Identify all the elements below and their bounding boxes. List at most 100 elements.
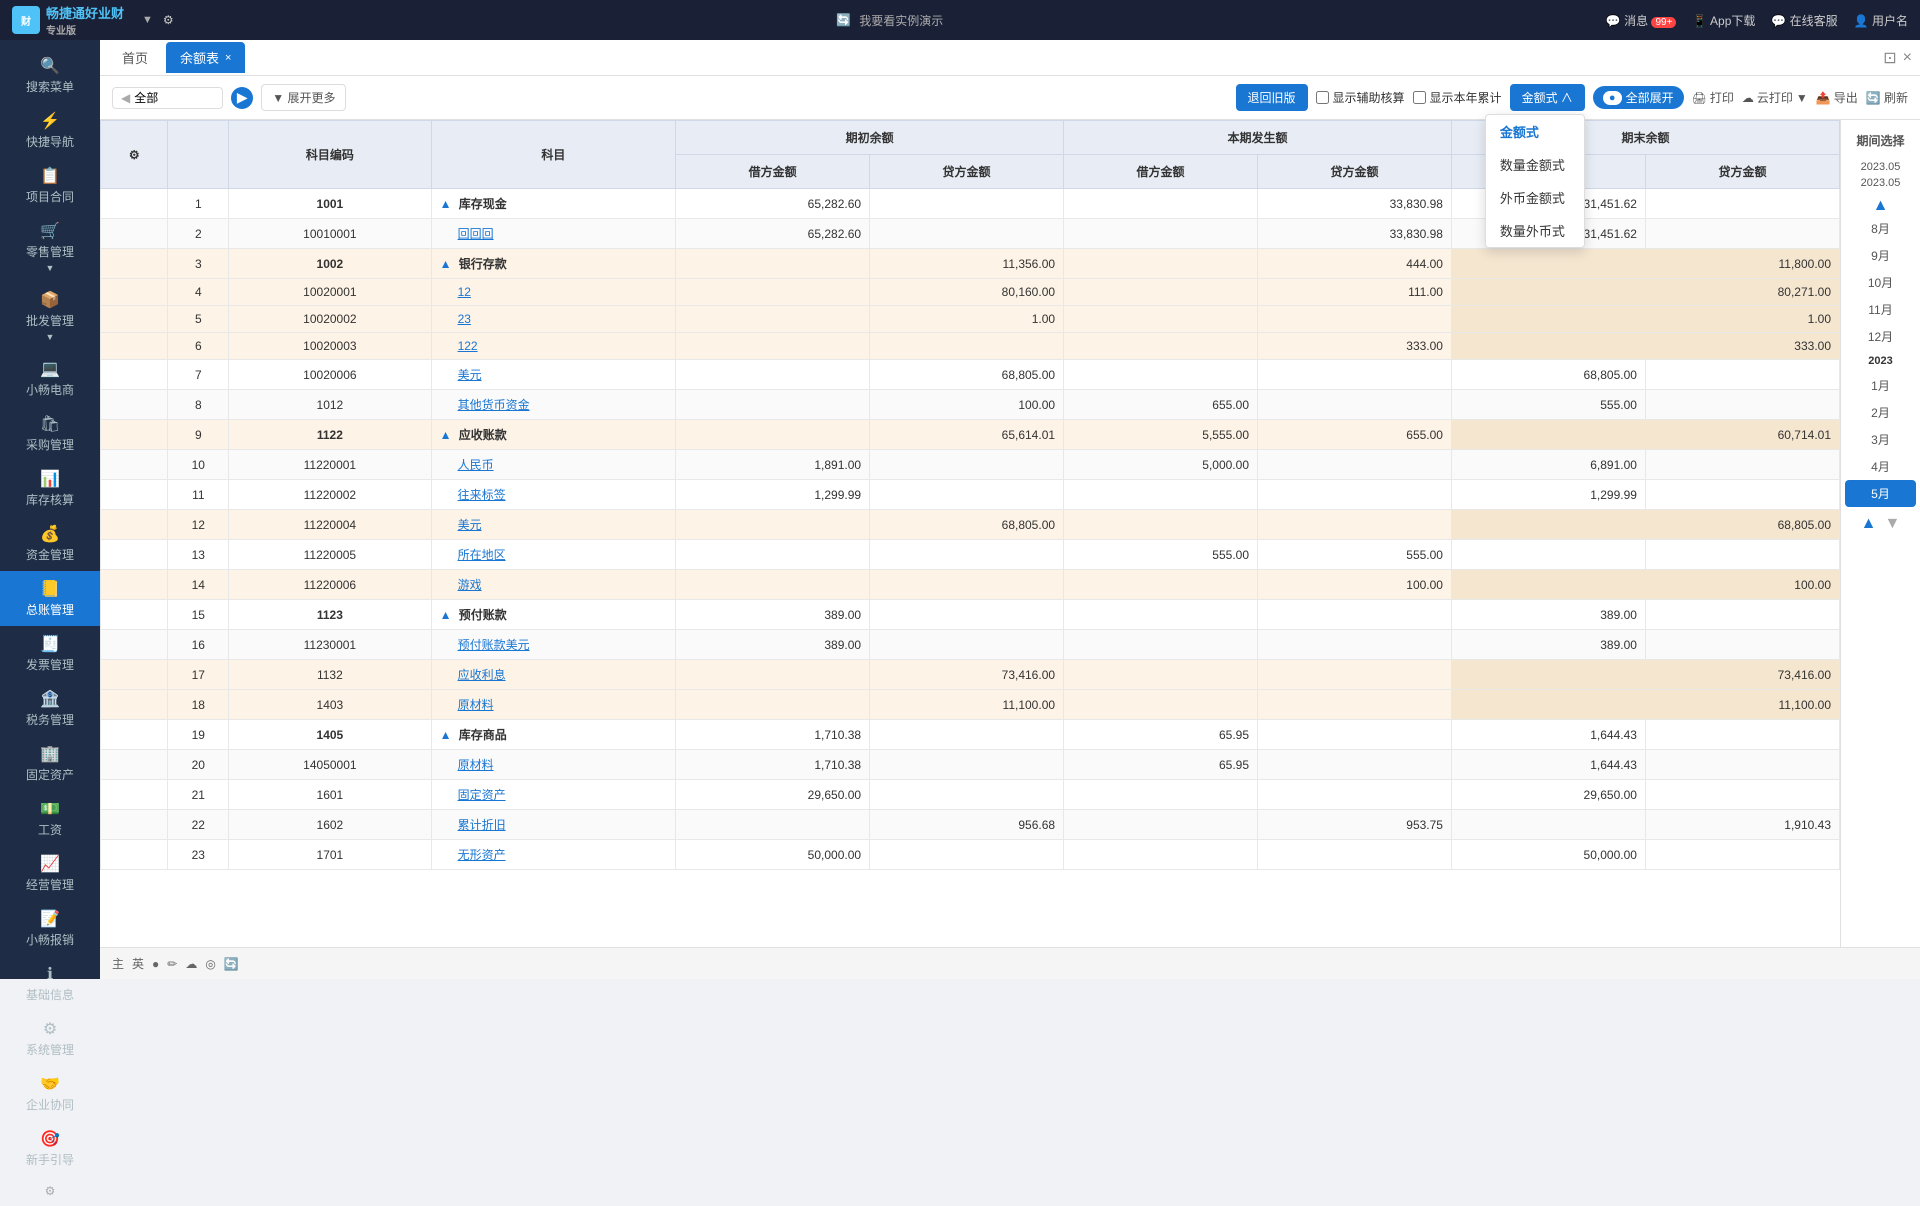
row-end-debit xyxy=(1451,249,1645,279)
year-2023[interactable]: 2023 xyxy=(1841,350,1920,372)
row-subject[interactable]: 应收利息 xyxy=(431,660,676,690)
month-12[interactable]: 12月 xyxy=(1841,323,1920,350)
row-subject[interactable]: 人民币 xyxy=(431,450,676,480)
sidebar-item-quick-nav[interactable]: ⚡ 快捷导航 xyxy=(0,103,100,158)
row-subject[interactable]: ▲ 应收账款 xyxy=(431,420,676,450)
row-subject[interactable]: ▲ 预付账款 xyxy=(431,600,676,630)
search-box[interactable]: ◀ xyxy=(112,87,223,109)
month-11[interactable]: 11月 xyxy=(1841,296,1920,323)
sidebar-item-search[interactable]: 🔍 搜索菜单 xyxy=(0,48,100,103)
row-subject[interactable]: 23 xyxy=(431,306,676,333)
dropdown-item-qty-foreign[interactable]: 数量外币式 xyxy=(1486,214,1584,247)
row-subject[interactable]: 原材料 xyxy=(431,690,676,720)
bottom-icon-cloud[interactable]: ☁ xyxy=(185,957,197,971)
month-5[interactable]: 5月 xyxy=(1845,480,1916,507)
row-subject[interactable]: ▲ 库存商品 xyxy=(431,720,676,750)
settings-gear-icon[interactable]: ⚙ xyxy=(163,13,174,27)
sidebar-item-project[interactable]: 📋 项目合同 xyxy=(0,158,100,213)
print-btn[interactable]: 🖨 打印 xyxy=(1692,89,1734,106)
row-subject[interactable]: 预付账款美元 xyxy=(431,630,676,660)
sidebar-item-expense[interactable]: 📝 小畅报销 xyxy=(0,901,100,956)
row-subject[interactable]: 游戏 xyxy=(431,570,676,600)
tab-balance-sheet[interactable]: 余额表 × xyxy=(166,42,245,73)
row-subject[interactable]: 122 xyxy=(431,333,676,360)
sidebar-item-retail[interactable]: 🛒 零售管理 ▼ xyxy=(0,213,100,282)
cloud-print-btn[interactable]: ☁ 云打印 ▼ xyxy=(1742,89,1808,106)
row-subject[interactable]: 所在地区 xyxy=(431,540,676,570)
auxiliary-checkbox[interactable] xyxy=(1316,91,1329,104)
amount-style-btn[interactable]: 金额式 ∧ xyxy=(1510,84,1585,111)
sidebar-item-invoice[interactable]: 🧾 发票管理 xyxy=(0,626,100,681)
bottom-icon-refresh[interactable]: 🔄 xyxy=(224,957,239,971)
sidebar-item-capital[interactable]: 💰 资金管理 xyxy=(0,516,100,571)
month-3[interactable]: 3月 xyxy=(1841,426,1920,453)
bottom-icon-main[interactable]: 主 xyxy=(112,955,124,972)
sidebar-item-ledger[interactable]: 📒 总账管理 xyxy=(0,571,100,626)
row-subject[interactable]: 累计折旧 xyxy=(431,810,676,840)
month-10[interactable]: 10月 xyxy=(1841,269,1920,296)
app-download[interactable]: 📱 App下载 xyxy=(1692,12,1755,29)
period-up-arrow[interactable]: ▲ xyxy=(1873,197,1889,215)
online-service[interactable]: 💬 在线客服 xyxy=(1771,12,1837,29)
sidebar-item-ecommerce[interactable]: 💻 小畅电商 xyxy=(0,351,100,406)
sidebar-item-salary[interactable]: 💵 工资 xyxy=(0,791,100,846)
row-subject[interactable]: 固定资产 xyxy=(431,780,676,810)
dropdown-item-amount[interactable]: 金额式 xyxy=(1486,115,1584,148)
expand-all-toggle[interactable]: ● 全部展开 xyxy=(1593,86,1684,109)
sidebar-item-basic-info[interactable]: ℹ 基础信息 xyxy=(0,956,100,1011)
row-subject[interactable]: 美元 xyxy=(431,510,676,540)
row-subject[interactable]: 回回回 xyxy=(431,219,676,249)
month-8[interactable]: 8月 xyxy=(1841,215,1920,242)
sidebar-item-fixed-assets[interactable]: 🏢 固定资产 xyxy=(0,736,100,791)
maximize-icon[interactable]: ⊡ xyxy=(1883,48,1896,68)
return-old-version-btn[interactable]: 退回旧版 xyxy=(1236,84,1308,111)
month-2[interactable]: 2月 xyxy=(1841,399,1920,426)
expand-more-btn[interactable]: ▼ 展开更多 xyxy=(261,84,346,111)
sidebar-item-inventory[interactable]: 📊 库存核算 xyxy=(0,461,100,516)
dropdown-item-qty-amount[interactable]: 数量金额式 xyxy=(1486,148,1584,181)
bottom-icon-circle[interactable]: ◎ xyxy=(205,957,215,971)
message-area[interactable]: 💬 消息 99+ xyxy=(1606,12,1677,29)
row-subject[interactable]: 美元 xyxy=(431,360,676,390)
row-subject[interactable]: 无形资产 xyxy=(431,840,676,870)
tab-home[interactable]: 首页 xyxy=(108,42,162,73)
table-row: 22 1602 累计折旧 956.68 953.75 1,910.43 xyxy=(101,810,1840,840)
sidebar-item-purchase[interactable]: 🛍 采购管理 xyxy=(0,406,100,461)
settings-cog-icon[interactable]: ⚙ xyxy=(129,148,140,162)
sidebar-settings-btn[interactable]: ⚙ xyxy=(0,1176,100,1206)
row-subject[interactable]: 原材料 xyxy=(431,750,676,780)
period-nav-down[interactable]: ▼ xyxy=(1885,515,1901,533)
th-setting[interactable]: ⚙ xyxy=(101,121,168,189)
dropdown-item-foreign-amount[interactable]: 外币金额式 xyxy=(1486,181,1584,214)
sidebar-item-management[interactable]: 📈 经营管理 xyxy=(0,846,100,901)
row-subject[interactable]: 12 xyxy=(431,279,676,306)
month-4[interactable]: 4月 xyxy=(1841,453,1920,480)
month-9[interactable]: 9月 xyxy=(1841,242,1920,269)
row-subject[interactable]: ▲ 库存现金 xyxy=(431,189,676,219)
search-forward-btn[interactable]: ▶ xyxy=(231,87,253,109)
month-1[interactable]: 1月 xyxy=(1841,372,1920,399)
row-subject[interactable]: 其他货币资金 xyxy=(431,390,676,420)
period-nav-up[interactable]: ▲ xyxy=(1861,515,1877,533)
sidebar-item-tax[interactable]: 🏦 税务管理 xyxy=(0,681,100,736)
year-total-checkbox[interactable] xyxy=(1413,91,1426,104)
refresh-btn[interactable]: 🔄 刷新 xyxy=(1866,89,1908,106)
management-icon: 📈 xyxy=(4,854,96,874)
export-btn[interactable]: 📤 导出 xyxy=(1816,89,1858,106)
row-subject[interactable]: 往来标签 xyxy=(431,480,676,510)
bottom-icon-en[interactable]: 英 xyxy=(132,955,144,972)
sidebar-item-system[interactable]: ⚙ 系统管理 xyxy=(0,1011,100,1066)
show-year-total-check[interactable]: 显示本年累计 xyxy=(1413,89,1502,106)
sidebar-item-wholesale[interactable]: 📦 批发管理 ▼ xyxy=(0,282,100,351)
user-avatar[interactable]: 👤 用户名 xyxy=(1854,12,1908,29)
tab-close-icon[interactable]: × xyxy=(225,52,231,64)
sidebar-item-beginner[interactable]: 🎯 新手引导 xyxy=(0,1121,100,1176)
row-subject[interactable]: ▲ 银行存款 xyxy=(431,249,676,279)
search-input[interactable] xyxy=(134,91,214,105)
sidebar-item-cooperation[interactable]: 🤝 企业协同 xyxy=(0,1066,100,1121)
bottom-icon-edit[interactable]: ✏ xyxy=(167,957,177,971)
show-auxiliary-check[interactable]: 显示辅助核算 xyxy=(1316,89,1405,106)
demo-link[interactable]: 我要看实例演示 xyxy=(859,12,943,29)
row-setting-cell xyxy=(101,570,168,600)
restore-icon[interactable]: × xyxy=(1903,49,1912,67)
